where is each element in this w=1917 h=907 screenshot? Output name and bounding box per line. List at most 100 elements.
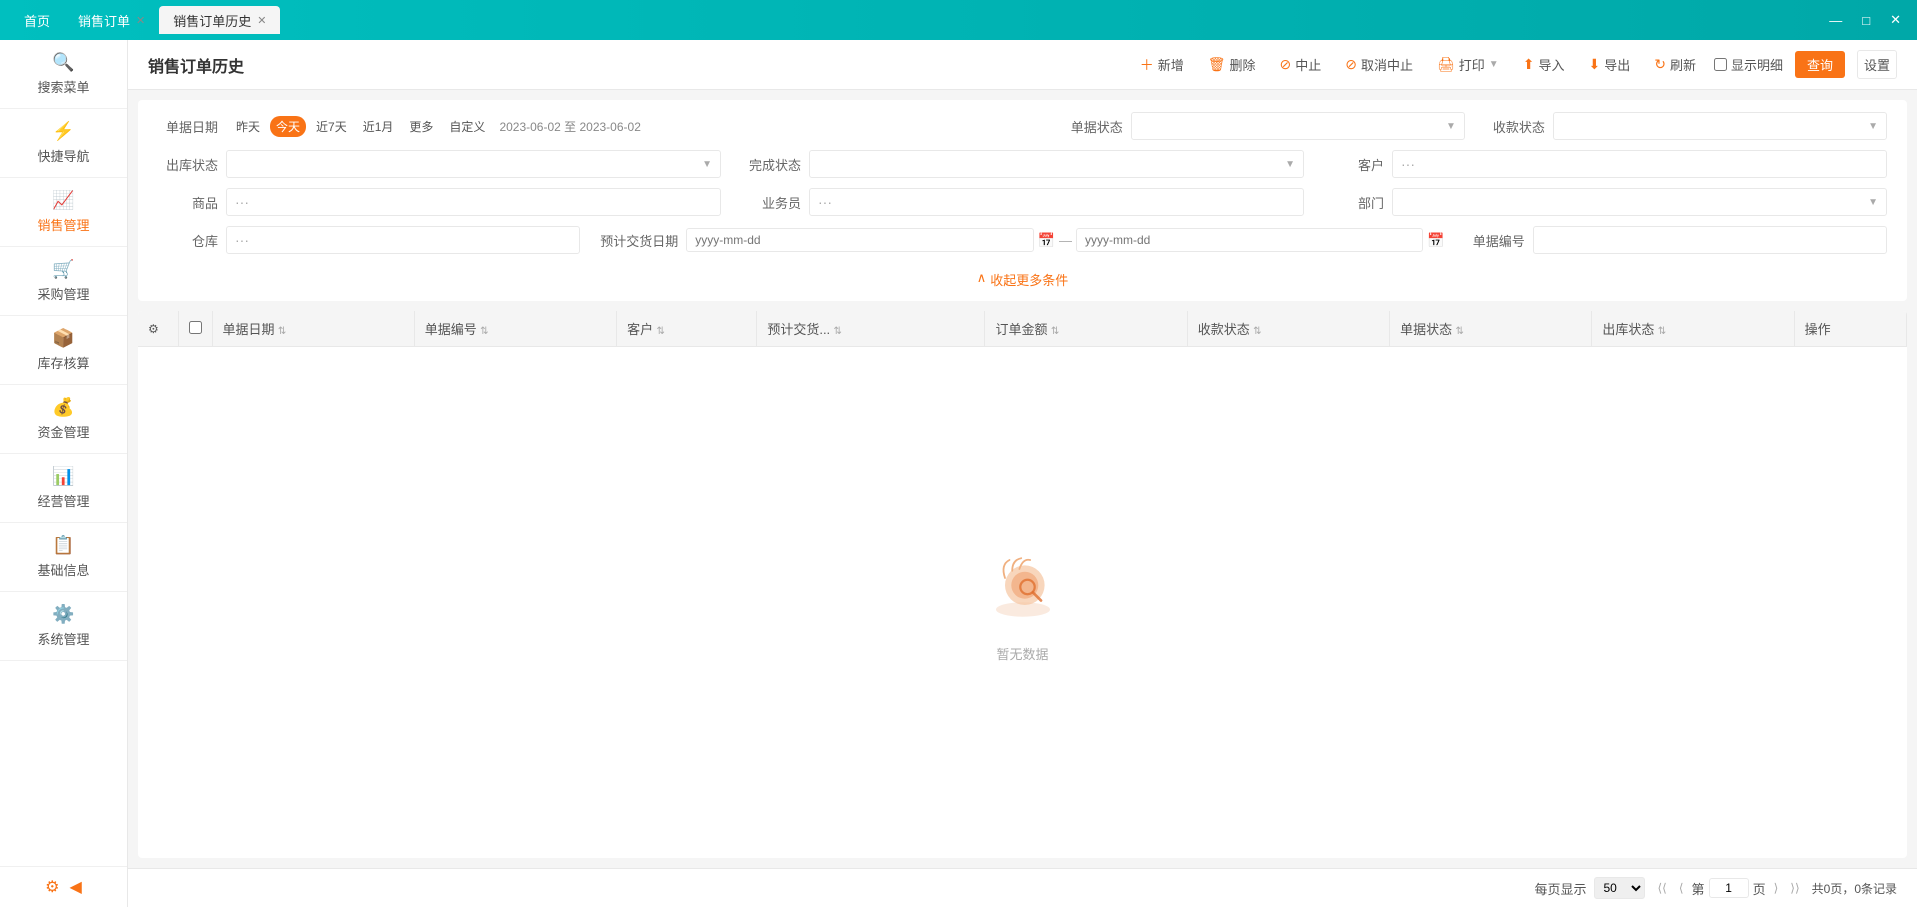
col-operation: 操作 [1794, 311, 1906, 347]
sidebar-item-sales-mgmt[interactable]: 📈 销售管理 [0, 178, 127, 247]
col-customer[interactable]: 客户 ⇅ [617, 311, 757, 347]
tab-sales-order-close[interactable]: ✕ [136, 14, 145, 27]
col-bill-status[interactable]: 单据状态 ⇅ [1390, 311, 1592, 347]
first-page-btn[interactable]: ⟨⟨ [1653, 879, 1670, 897]
out-status-control[interactable]: ▼ [226, 150, 721, 178]
sidebar-settings-icon[interactable]: ⚙ [45, 877, 59, 897]
goods-control[interactable]: ··· [226, 188, 721, 216]
page-number-input[interactable] [1709, 878, 1749, 898]
delete-button[interactable]: 🗑 删除 [1202, 51, 1262, 78]
col-expected-delivery[interactable]: 预计交货... ⇅ [757, 311, 985, 347]
col-out-status[interactable]: 出库状态 ⇅ [1592, 311, 1794, 347]
col-customer-label: 客户 [627, 322, 653, 337]
customer-control[interactable]: ··· [1392, 150, 1887, 178]
sidebar-item-system-mgmt[interactable]: ⚙️ 系统管理 [0, 592, 127, 661]
settings-button[interactable]: 设置 [1857, 50, 1897, 79]
salesperson-control[interactable]: ··· [809, 188, 1304, 216]
sidebar-item-sales-mgmt-label: 销售管理 [37, 215, 89, 234]
sidebar-item-search-menu[interactable]: 🔍 搜索菜单 [0, 40, 127, 109]
stop-button[interactable]: ⊘ 中止 [1274, 51, 1328, 78]
sidebar-item-finance[interactable]: 💰 资金管理 [0, 385, 127, 454]
sort-order-amount-icon: ⇅ [1051, 326, 1059, 337]
filter-date: 单据日期 昨天 今天 近7天 近1月 更多 自定义 2023-06-02 至 2… [158, 116, 1043, 137]
quick-nav-icon: ⚡ [52, 121, 74, 142]
table-area: ⚙ 单据日期 ⇅ 单据编号 ⇅ 客户 ⇅ [138, 311, 1907, 858]
date-tab-1month[interactable]: 近1月 [357, 116, 400, 137]
display-detail-checkbox[interactable] [1714, 58, 1727, 71]
export-button[interactable]: ⬇ 导出 [1582, 51, 1636, 78]
cancel-stop-button[interactable]: ⊘ 取消中止 [1339, 51, 1419, 78]
col-bill-date[interactable]: 单据日期 ⇅ [212, 311, 414, 347]
pagination-bar: 每页显示 50 10 20 100 ⟨⟨ ⟨ 第 页 ⟩ ⟩⟩ 共0页，0条记录 [128, 868, 1917, 907]
date-range-text: 2023-06-02 至 2023-06-02 [499, 118, 640, 135]
last-page-btn[interactable]: ⟩⟩ [1786, 879, 1803, 897]
filter-area: 单据日期 昨天 今天 近7天 近1月 更多 自定义 2023-06-02 至 2… [138, 100, 1907, 301]
collapse-row[interactable]: ∧ 收起更多条件 [158, 264, 1887, 289]
warehouse-control[interactable]: ··· [226, 226, 580, 254]
col-receipt-status[interactable]: 收款状态 ⇅ [1187, 311, 1389, 347]
receipt-status-control[interactable]: ▼ [1553, 112, 1887, 140]
page-header: 销售订单历史 ＋ 新增 🗑 删除 ⊘ 中止 ⊘ 取消中止 [128, 40, 1917, 90]
date-tab-today[interactable]: 今天 [270, 116, 306, 137]
col-order-amount[interactable]: 订单金额 ⇅ [985, 311, 1187, 347]
col-receipt-status-label: 收款状态 [1198, 322, 1250, 337]
receipt-status-arrow-icon: ▼ [1868, 121, 1878, 132]
prev-page-btn[interactable]: ⟨ [1675, 879, 1688, 897]
refresh-button[interactable]: ↻ 刷新 [1648, 51, 1702, 78]
new-button[interactable]: ＋ 新增 [1134, 51, 1190, 79]
basic-info-icon: 📋 [52, 535, 74, 556]
date-tab-7days[interactable]: 近7天 [310, 116, 353, 137]
filter-customer: 客户 ··· [1324, 150, 1887, 178]
maximize-btn[interactable]: □ [1856, 13, 1876, 28]
calendar-to-icon[interactable]: 📅 [1427, 232, 1444, 249]
sidebar-item-quick-nav-label: 快捷导航 [37, 146, 89, 165]
per-page-select[interactable]: 50 10 20 100 [1594, 877, 1645, 899]
expected-date-from[interactable] [686, 228, 1033, 252]
close-btn[interactable]: ✕ [1884, 12, 1907, 28]
tab-sales-order-history[interactable]: 销售订单历史 ✕ [159, 6, 280, 34]
tab-sales-order-history-close[interactable]: ✕ [257, 14, 266, 27]
query-button[interactable]: 查询 [1795, 51, 1845, 78]
import-button[interactable]: ⬆ 导入 [1517, 51, 1571, 78]
sidebar-item-purchase-mgmt[interactable]: 🛒 采购管理 [0, 247, 127, 316]
col-settings[interactable]: ⚙ [138, 311, 178, 347]
print-button[interactable]: 🖨 打印 ▼ [1431, 51, 1505, 78]
tab-home-label: 首页 [24, 11, 50, 30]
sort-customer-icon: ⇅ [656, 326, 664, 337]
print-icon: 🖨 [1437, 56, 1455, 73]
date-tab-custom[interactable]: 自定义 [443, 116, 491, 137]
col-checkbox[interactable] [178, 311, 212, 347]
col-bill-status-label: 单据状态 [1400, 322, 1452, 337]
date-tab-more[interactable]: 更多 [403, 116, 439, 137]
col-operation-label: 操作 [1805, 322, 1831, 337]
calendar-from-icon[interactable]: 📅 [1038, 232, 1055, 249]
select-all-checkbox[interactable] [189, 321, 202, 334]
filter-row-2: 出库状态 ▼ 完成状态 ▼ 客户 ··· [158, 150, 1887, 178]
display-detail-toggle[interactable]: 显示明细 [1714, 55, 1783, 74]
tab-sales-order[interactable]: 销售订单 ✕ [64, 6, 159, 34]
minimize-btn[interactable]: — [1823, 13, 1848, 28]
tab-home[interactable]: 首页 [10, 6, 64, 34]
date-tabs: 昨天 今天 近7天 近1月 更多 自定义 [230, 116, 491, 137]
stop-icon: ⊘ [1280, 56, 1292, 73]
filter-salesperson: 业务员 ··· [741, 188, 1304, 216]
sidebar-item-operations[interactable]: 📊 经营管理 [0, 454, 127, 523]
sidebar-item-basic-info[interactable]: 📋 基础信息 [0, 523, 127, 592]
complete-status-control[interactable]: ▼ [809, 150, 1304, 178]
date-tab-yesterday[interactable]: 昨天 [230, 116, 266, 137]
department-control[interactable]: ▼ [1392, 188, 1887, 216]
next-page-btn[interactable]: ⟩ [1770, 879, 1783, 897]
collapse-icon: ∧ [977, 270, 987, 289]
salesperson-label: 业务员 [741, 193, 801, 212]
col-bill-number[interactable]: 单据编号 ⇅ [414, 311, 616, 347]
bill-status-control[interactable]: ▼ [1131, 112, 1465, 140]
sidebar-item-quick-nav[interactable]: ⚡ 快捷导航 [0, 109, 127, 178]
sidebar-collapse-icon[interactable]: ◀ [70, 877, 82, 897]
sidebar-item-finance-label: 资金管理 [37, 422, 89, 441]
delete-label: 删除 [1229, 55, 1255, 74]
sort-bill-status-icon: ⇅ [1455, 326, 1463, 337]
expected-date-to[interactable] [1076, 228, 1423, 252]
bill-number-control[interactable] [1533, 226, 1887, 254]
sidebar-item-inventory[interactable]: 📦 库存核算 [0, 316, 127, 385]
filter-bill-number: 单据编号 [1465, 226, 1887, 254]
